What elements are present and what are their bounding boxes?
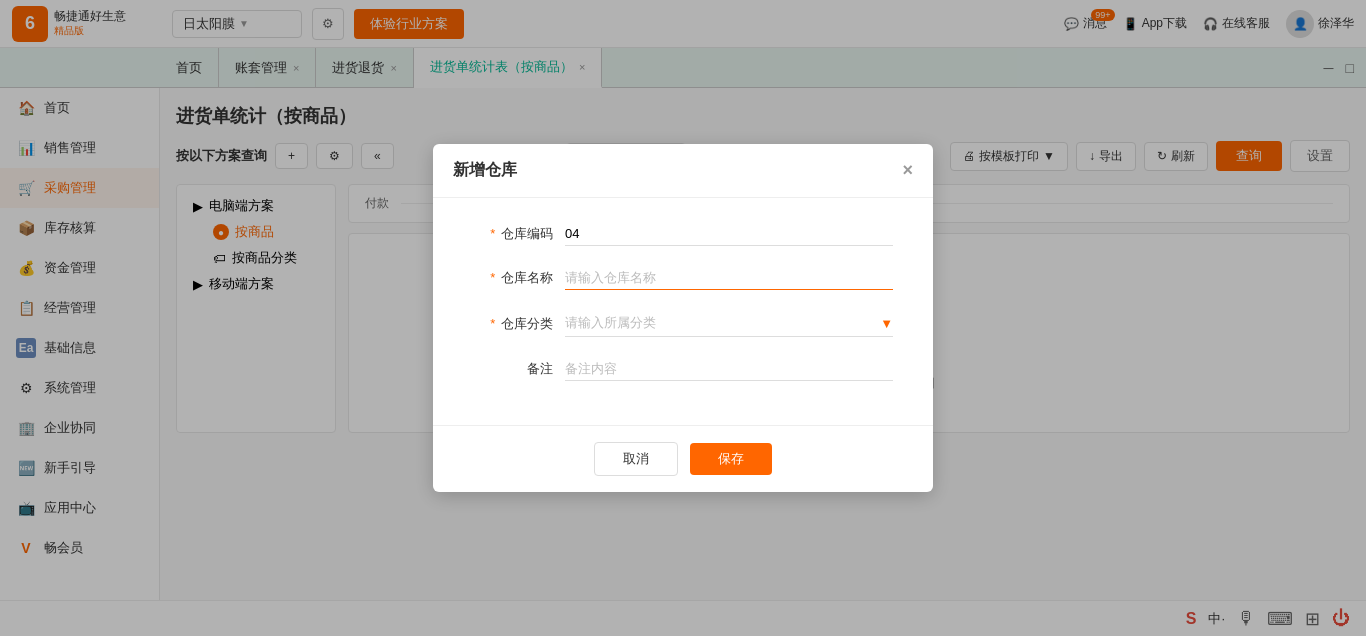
remark-row: 备注: [473, 357, 893, 381]
modal-body: * 仓库编码 * 仓库名称 * 仓库分类 请输入: [433, 198, 933, 425]
warehouse-category-label: * 仓库分类: [473, 315, 553, 333]
category-required-star: *: [490, 316, 495, 331]
modal-title: 新增仓库: [453, 160, 517, 181]
category-placeholder: 请输入所属分类: [565, 314, 880, 332]
category-dropdown-icon: ▼: [880, 316, 893, 331]
warehouse-name-input[interactable]: [565, 266, 893, 290]
code-required-star: *: [490, 226, 495, 241]
modal-footer: 取消 保存: [433, 425, 933, 492]
name-required-star: *: [490, 270, 495, 285]
modal-close-button[interactable]: ×: [902, 160, 913, 181]
warehouse-category-select[interactable]: 请输入所属分类 ▼: [565, 310, 893, 337]
warehouse-name-row: * 仓库名称: [473, 266, 893, 290]
modal-overlay: 新增仓库 × * 仓库编码 * 仓库名称: [0, 0, 1366, 636]
modal-header: 新增仓库 ×: [433, 144, 933, 198]
remark-input[interactable]: [565, 357, 893, 381]
cancel-button[interactable]: 取消: [594, 442, 678, 476]
save-button[interactable]: 保存: [690, 443, 772, 475]
warehouse-code-input[interactable]: [565, 222, 893, 246]
warehouse-code-label: * 仓库编码: [473, 225, 553, 243]
warehouse-code-row: * 仓库编码: [473, 222, 893, 246]
warehouse-category-row: * 仓库分类 请输入所属分类 ▼: [473, 310, 893, 337]
remark-label: 备注: [473, 360, 553, 378]
warehouse-modal: 新增仓库 × * 仓库编码 * 仓库名称: [433, 144, 933, 492]
warehouse-name-label: * 仓库名称: [473, 269, 553, 287]
